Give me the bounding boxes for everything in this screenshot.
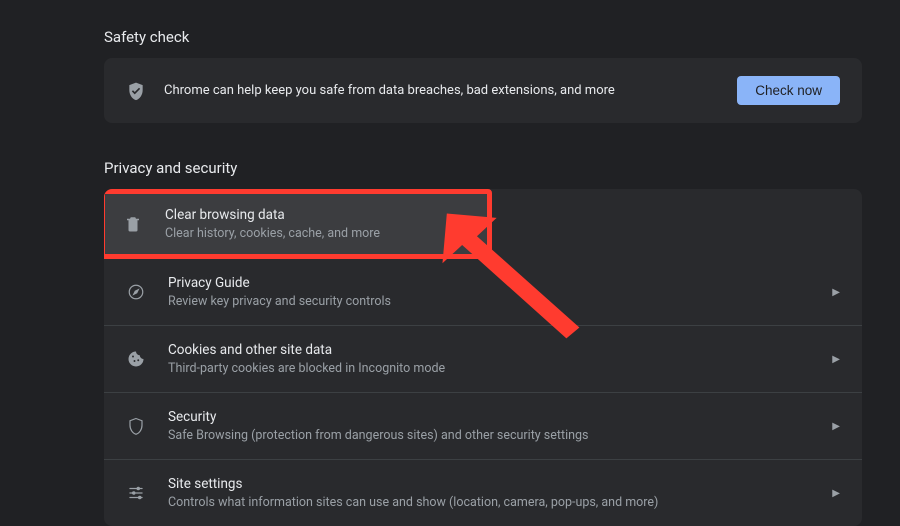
check-now-button[interactable]: Check now bbox=[737, 76, 840, 105]
shield-check-icon bbox=[126, 81, 146, 101]
safety-check-message: Chrome can help keep you safe from data … bbox=[164, 83, 719, 98]
row-title: Cookies and other site data bbox=[168, 342, 810, 358]
safety-check-section: Safety check Chrome can help keep you sa… bbox=[104, 28, 862, 123]
chevron-right-icon: ▶ bbox=[832, 287, 840, 298]
compass-icon bbox=[126, 282, 146, 302]
safety-check-card: Chrome can help keep you safe from data … bbox=[104, 58, 862, 123]
annotation-arrow-icon bbox=[428, 195, 610, 349]
row-desc: Safe Browsing (protection from dangerous… bbox=[168, 428, 810, 443]
row-title: Site settings bbox=[168, 476, 810, 492]
row-desc: Clear history, cookies, cache, and more bbox=[165, 226, 469, 241]
row-site-settings[interactable]: Site settings Controls what information … bbox=[104, 460, 862, 526]
row-desc: Third-party cookies are blocked in Incog… bbox=[168, 361, 810, 376]
privacy-title: Privacy and security bbox=[104, 159, 862, 177]
chevron-right-icon: ▶ bbox=[832, 354, 840, 365]
trash-icon bbox=[123, 214, 143, 234]
cookie-icon bbox=[126, 349, 146, 369]
row-security[interactable]: Security Safe Browsing (protection from … bbox=[104, 393, 862, 460]
row-title: Clear browsing data bbox=[165, 207, 469, 223]
row-desc: Controls what information sites can use … bbox=[168, 495, 810, 510]
safety-check-title: Safety check bbox=[104, 28, 862, 46]
row-clear-browsing-data[interactable]: Clear browsing data Clear history, cooki… bbox=[104, 189, 492, 259]
shield-icon bbox=[126, 416, 146, 436]
chevron-right-icon: ▶ bbox=[832, 421, 840, 432]
chevron-right-icon: ▶ bbox=[832, 488, 840, 499]
tune-icon bbox=[126, 483, 146, 503]
row-title: Security bbox=[168, 409, 810, 425]
